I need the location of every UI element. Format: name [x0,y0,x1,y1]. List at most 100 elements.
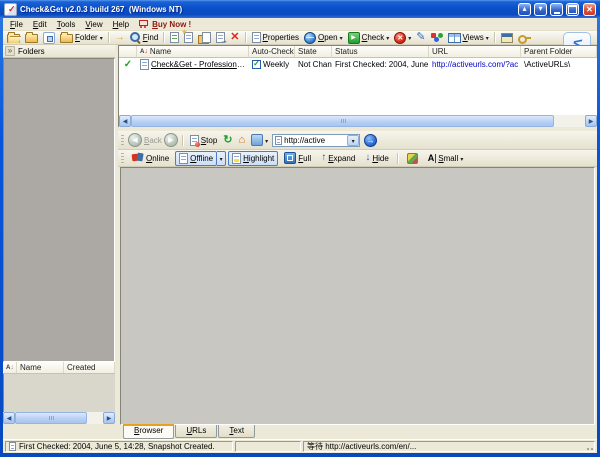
chevron-down-icon [386,33,389,42]
close-button[interactable] [583,3,596,16]
maximize-button[interactable] [566,3,579,16]
folder-dropdown-button[interactable]: Folder [58,31,105,45]
layout-button[interactable] [499,31,515,45]
colors-button[interactable] [429,31,445,45]
find-button[interactable]: Find [128,31,161,45]
sort-icon [140,48,148,55]
new-item-button[interactable] [196,31,213,45]
mini-sort-header[interactable] [3,362,17,373]
chevron-right-icon[interactable] [5,46,15,56]
back-label[interactable]: Back [144,136,162,145]
browser-viewport [120,167,595,425]
mini-col-created[interactable]: Created [64,362,115,373]
full-view-icon [284,152,296,164]
scroll-right-button[interactable] [103,412,115,424]
checkbox-checked[interactable] [252,60,261,69]
offline-button[interactable]: Offline [175,151,217,166]
online-icon [132,152,144,164]
open-folder-button[interactable] [5,31,22,45]
snapshot-dropdown-button[interactable] [249,133,270,147]
toolbar-grip[interactable] [121,135,124,146]
scroll-thumb[interactable] [15,412,87,424]
tab-browser[interactable]: Browser [123,425,174,439]
address-input[interactable]: http://active [284,136,345,145]
url-link[interactable]: http://activeurls.com/?act=home [432,60,518,69]
resize-grip[interactable] [585,442,593,450]
toolbar-grip[interactable] [121,153,124,164]
colorize-button[interactable] [403,151,422,166]
scroll-left-button[interactable] [3,412,15,424]
expand-button[interactable]: Expand [317,151,359,165]
col-status[interactable]: Status [332,46,429,58]
back-icon[interactable] [128,133,142,147]
edit-button[interactable] [414,31,427,45]
col-indicator[interactable] [119,46,137,58]
move-button[interactable] [214,31,227,45]
delete-button[interactable] [228,31,241,45]
menu-tools[interactable]: Tools [52,19,81,30]
table-row[interactable]: Check&Get - Professional Bookmark... Wee… [119,58,597,71]
folder-icon [60,34,73,43]
col-auto-check[interactable]: Auto-Check [249,46,295,58]
paste-button[interactable] [168,31,181,45]
full-button[interactable]: Full [280,150,315,166]
go-button[interactable] [362,133,379,147]
folders-panel-header[interactable]: Folders [3,45,115,58]
menu-help[interactable]: Help [108,19,134,30]
scroll-left-button[interactable] [119,115,131,127]
minimize-button[interactable] [550,3,563,16]
new-bookmark-icon [184,32,193,43]
col-url[interactable]: URL [429,46,521,58]
client-area: File Edit Tools View Help Buy Now ! Fold… [3,18,597,453]
col-state[interactable]: State [295,46,332,58]
new-folder-button[interactable] [23,31,40,45]
highlight-button[interactable]: Highlight [228,151,278,166]
stop-dropdown-button[interactable] [392,31,413,45]
open-dropdown-button[interactable]: Open [302,31,345,45]
properties-button[interactable]: Properties [250,31,301,45]
scroll-thumb[interactable] [131,115,554,127]
sidebar-footer [3,424,115,439]
col-name[interactable]: Name [137,46,249,58]
paste-icon [170,32,179,43]
online-button[interactable]: Online [128,150,173,166]
bookmark-name-link[interactable]: Check&Get - Professional Bookmark... [151,60,246,69]
tab-text[interactable]: Text [218,425,255,438]
font-size-label: Small [438,154,458,163]
menu-view[interactable]: View [80,19,107,30]
folders-tree[interactable] [3,58,115,362]
font-size-dropdown-button[interactable]: Small [424,152,468,165]
rolldown-button[interactable] [534,3,547,16]
scroll-track[interactable] [554,115,585,127]
mini-list-body[interactable] [3,374,115,412]
home-button[interactable] [236,133,247,147]
folders-panel: Folders Name Created [3,45,115,439]
rollup-button[interactable] [518,3,531,16]
up-level-button[interactable] [41,31,57,45]
offline-dropdown-button[interactable] [217,151,226,166]
forward-icon[interactable] [164,133,178,147]
title-bar[interactable]: Check&Get v2.0.3 build 267 (Windows NT) [0,0,600,18]
toolbar-separator [163,32,165,43]
menu-edit[interactable]: Edit [28,19,52,30]
views-dropdown-button[interactable]: Views [446,31,491,45]
license-button[interactable] [516,31,534,45]
pencil-icon [416,32,425,43]
toolbar-separator [397,153,399,164]
address-dropdown-button[interactable] [347,135,359,146]
refresh-button[interactable] [221,133,234,147]
mini-col-name[interactable]: Name [17,362,64,373]
goto-button[interactable] [113,31,127,45]
hide-button[interactable]: Hide [361,151,392,165]
tab-urls[interactable]: URLs [175,425,217,438]
scroll-right-button[interactable] [585,115,597,127]
browser-stop-button[interactable]: Stop [188,133,219,147]
col-parent-folder[interactable]: Parent Folder [521,46,597,58]
bookmark-icon [140,59,149,70]
new-bookmark-button[interactable] [182,31,195,45]
row-name-cell[interactable]: Check&Get - Professional Bookmark... [137,58,249,71]
address-combobox[interactable]: http://active [272,134,360,147]
check-dropdown-button[interactable]: Check [346,31,392,45]
scroll-track[interactable] [87,412,103,424]
menu-file[interactable]: File [5,19,28,30]
